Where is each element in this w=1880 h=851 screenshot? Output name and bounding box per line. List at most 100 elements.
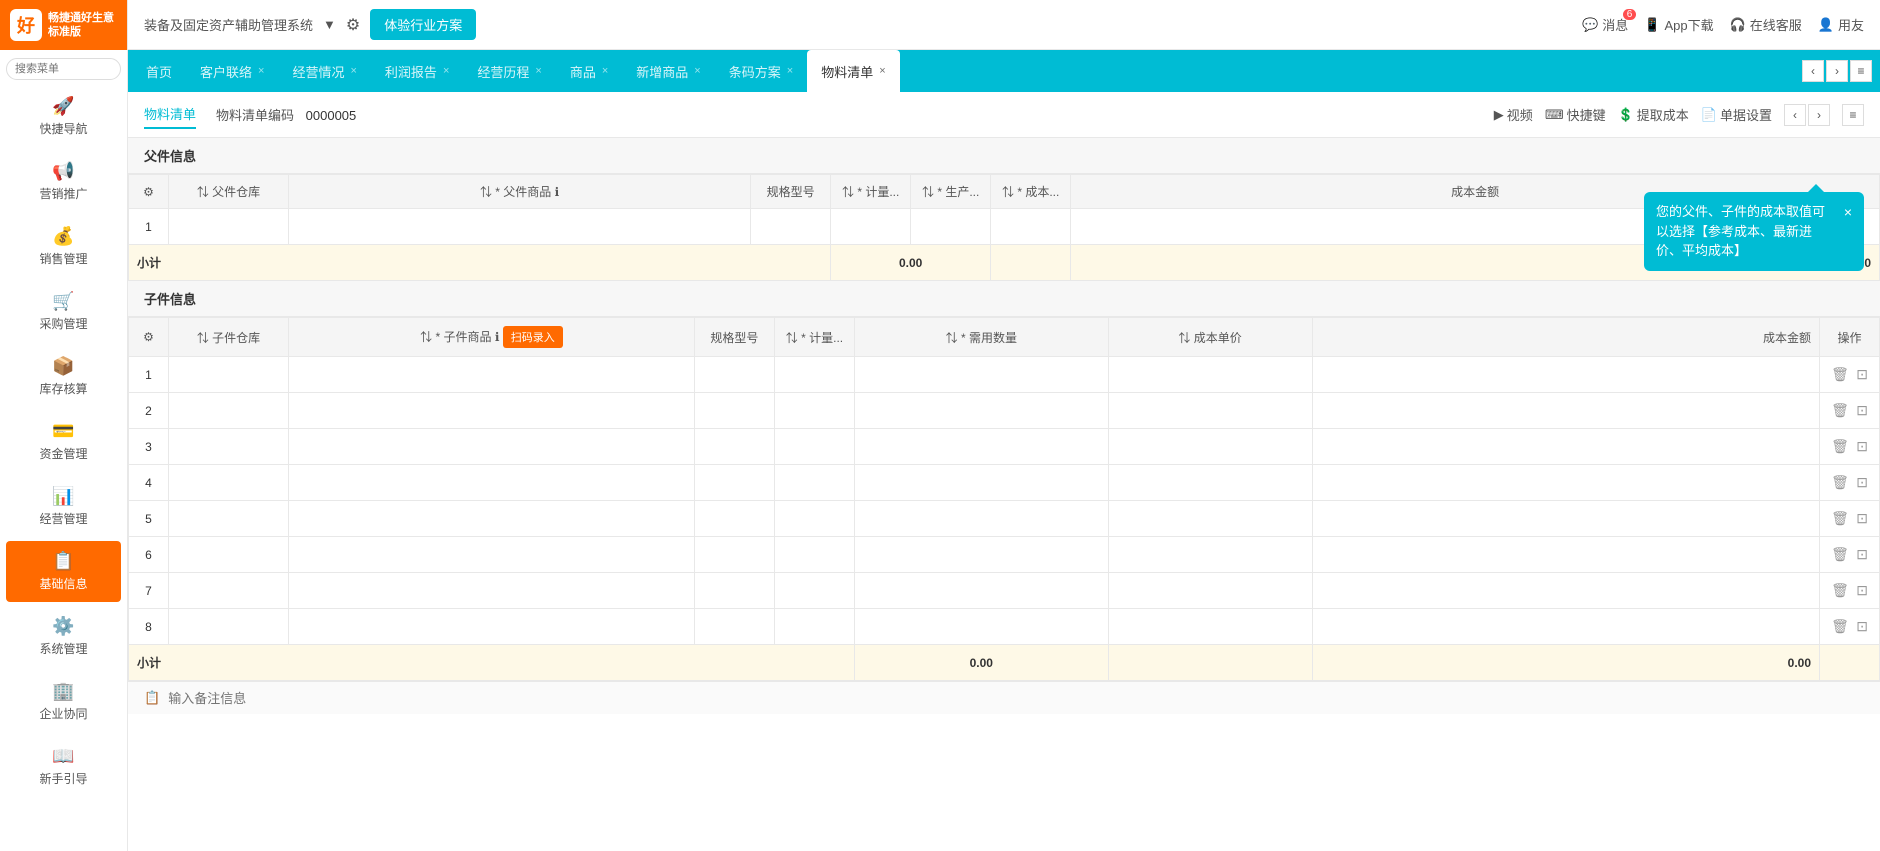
shortcut-button[interactable]: ⌨ 快捷键 [1545, 105, 1606, 124]
child-product-cell[interactable] [289, 357, 695, 393]
child-warehouse-cell[interactable] [169, 609, 289, 645]
sidebar-item-sales[interactable]: 💰 销售管理 [6, 216, 121, 277]
child-qty-need-cell[interactable] [854, 609, 1108, 645]
tab-profit[interactable]: 利润报告 × [371, 50, 463, 92]
sidebar-item-finance[interactable]: 💳 资金管理 [6, 411, 121, 472]
child-qty-cell[interactable] [774, 429, 854, 465]
content-next-button[interactable]: › [1808, 104, 1830, 126]
delete-icon[interactable]: 🗑 [1829, 616, 1851, 636]
scan-button[interactable]: 扫码录入 [503, 326, 563, 348]
trial-button[interactable]: 体验行业方案 [370, 9, 476, 40]
settings-icon[interactable]: ⚙ [346, 15, 360, 35]
child-qty-need-cell[interactable] [854, 429, 1108, 465]
sidebar-item-system[interactable]: ⚙️ 系统管理 [6, 606, 121, 667]
tab-newgoods[interactable]: 新增商品 × [622, 50, 714, 92]
child-qty-cell[interactable] [774, 573, 854, 609]
parent-th-settings[interactable]: ⚙ [129, 175, 169, 209]
parent-prod-cell[interactable] [911, 209, 991, 245]
child-product-cell[interactable] [289, 465, 695, 501]
sidebar-item-enterprise[interactable]: 🏢 企业协同 [6, 671, 121, 732]
sidebar-item-basic[interactable]: 📋 基础信息 [6, 541, 121, 602]
copy-icon[interactable]: ⊡ [1854, 436, 1870, 456]
child-warehouse-cell[interactable] [169, 465, 289, 501]
tab-profit-close[interactable]: × [443, 65, 449, 77]
child-qty-cell[interactable] [774, 357, 854, 393]
tab-barcode-close[interactable]: × [787, 65, 793, 77]
sidebar-item-inventory[interactable]: 📦 库存核算 [6, 346, 121, 407]
child-warehouse-cell[interactable] [169, 357, 289, 393]
sidebar-item-operation[interactable]: 📊 经营管理 [6, 476, 121, 537]
tab-goods-close[interactable]: × [602, 65, 608, 77]
child-qty-cell[interactable] [774, 465, 854, 501]
delete-icon[interactable]: 🗑 [1829, 364, 1851, 384]
parent-settings-icon[interactable]: ⚙ [143, 185, 154, 199]
content-prev-button[interactable]: ‹ [1784, 104, 1806, 126]
sidebar-item-purchase[interactable]: 🛒 采购管理 [6, 281, 121, 342]
tab-operation-status[interactable]: 经营情况 × [278, 50, 370, 92]
child-product-cell[interactable] [289, 501, 695, 537]
app-download-item[interactable]: 📱 App下载 [1644, 15, 1713, 34]
child-warehouse-cell[interactable] [169, 429, 289, 465]
child-qty-cell[interactable] [774, 537, 854, 573]
tab-next-button[interactable]: › [1826, 60, 1848, 82]
copy-icon[interactable]: ⊡ [1854, 364, 1870, 384]
parent-qty-cell[interactable] [831, 209, 911, 245]
tab-goods[interactable]: 商品 × [556, 50, 622, 92]
single-settings-button[interactable]: 📄 单据设置 [1701, 105, 1772, 124]
copy-icon[interactable]: ⊡ [1854, 400, 1870, 420]
tab-newgoods-close[interactable]: × [694, 65, 700, 77]
child-qty-need-cell[interactable] [854, 501, 1108, 537]
sidebar-item-guide[interactable]: 📖 新手引导 [6, 736, 121, 797]
message-item[interactable]: 💬 消息 6 [1582, 15, 1628, 34]
tab-bom-close[interactable]: × [879, 65, 885, 77]
child-qty-need-cell[interactable] [854, 465, 1108, 501]
child-warehouse-cell[interactable] [169, 393, 289, 429]
child-th-settings[interactable]: ⚙ [129, 318, 169, 357]
extract-cost-button[interactable]: 💲 提取成本 [1618, 105, 1689, 124]
child-product-cell[interactable] [289, 609, 695, 645]
copy-icon[interactable]: ⊡ [1854, 508, 1870, 528]
delete-icon[interactable]: 🗑 [1829, 436, 1851, 456]
view-video-button[interactable]: ▶ 视频 [1494, 105, 1533, 124]
sub-tab-list[interactable]: 物料清单 [144, 100, 196, 129]
child-product-cell[interactable] [289, 537, 695, 573]
note-input[interactable] [168, 691, 1864, 706]
copy-icon[interactable]: ⊡ [1854, 544, 1870, 564]
child-qty-need-cell[interactable] [854, 357, 1108, 393]
parent-warehouse-cell[interactable] [169, 209, 289, 245]
tab-home[interactable]: 首页 [132, 50, 186, 92]
delete-icon[interactable]: 🗑 [1829, 544, 1851, 564]
tooltip-close-button[interactable]: × [1844, 202, 1852, 223]
copy-icon[interactable]: ⊡ [1854, 472, 1870, 492]
child-qty-cell[interactable] [774, 501, 854, 537]
child-settings-icon[interactable]: ⚙ [143, 330, 154, 344]
child-product-cell[interactable] [289, 393, 695, 429]
tab-barcode[interactable]: 条码方案 × [715, 50, 807, 92]
copy-icon[interactable]: ⊡ [1854, 616, 1870, 636]
copy-icon[interactable]: ⊡ [1854, 580, 1870, 600]
delete-icon[interactable]: 🗑 [1829, 472, 1851, 492]
sidebar-item-marketing[interactable]: 📢 营销推广 [6, 151, 121, 212]
child-qty-need-cell[interactable] [854, 393, 1108, 429]
user-item[interactable]: 👤 用友 [1818, 15, 1864, 34]
delete-icon[interactable]: 🗑 [1829, 580, 1851, 600]
tab-operation-close[interactable]: × [350, 65, 356, 77]
dropdown-icon[interactable]: ▼ [323, 17, 336, 32]
tab-bom[interactable]: 物料清单 × [807, 50, 899, 92]
parent-spec-cell[interactable] [751, 209, 831, 245]
content-menu-button[interactable]: ≡ [1842, 104, 1864, 126]
child-qty-cell[interactable] [774, 393, 854, 429]
child-qty-need-cell[interactable] [854, 537, 1108, 573]
service-item[interactable]: 🎧 在线客服 [1730, 15, 1802, 34]
tab-customer[interactable]: 客户联络 × [186, 50, 278, 92]
parent-product-cell[interactable] [289, 209, 751, 245]
sidebar-item-quicknav[interactable]: 🚀 快捷导航 [6, 86, 121, 147]
child-product-cell[interactable] [289, 573, 695, 609]
search-input[interactable] [6, 58, 121, 80]
child-warehouse-cell[interactable] [169, 573, 289, 609]
parent-cost-cell[interactable] [991, 209, 1071, 245]
child-qty-need-cell[interactable] [854, 573, 1108, 609]
child-warehouse-cell[interactable] [169, 537, 289, 573]
delete-icon[interactable]: 🗑 [1829, 508, 1851, 528]
tab-history[interactable]: 经营历程 × [463, 50, 555, 92]
